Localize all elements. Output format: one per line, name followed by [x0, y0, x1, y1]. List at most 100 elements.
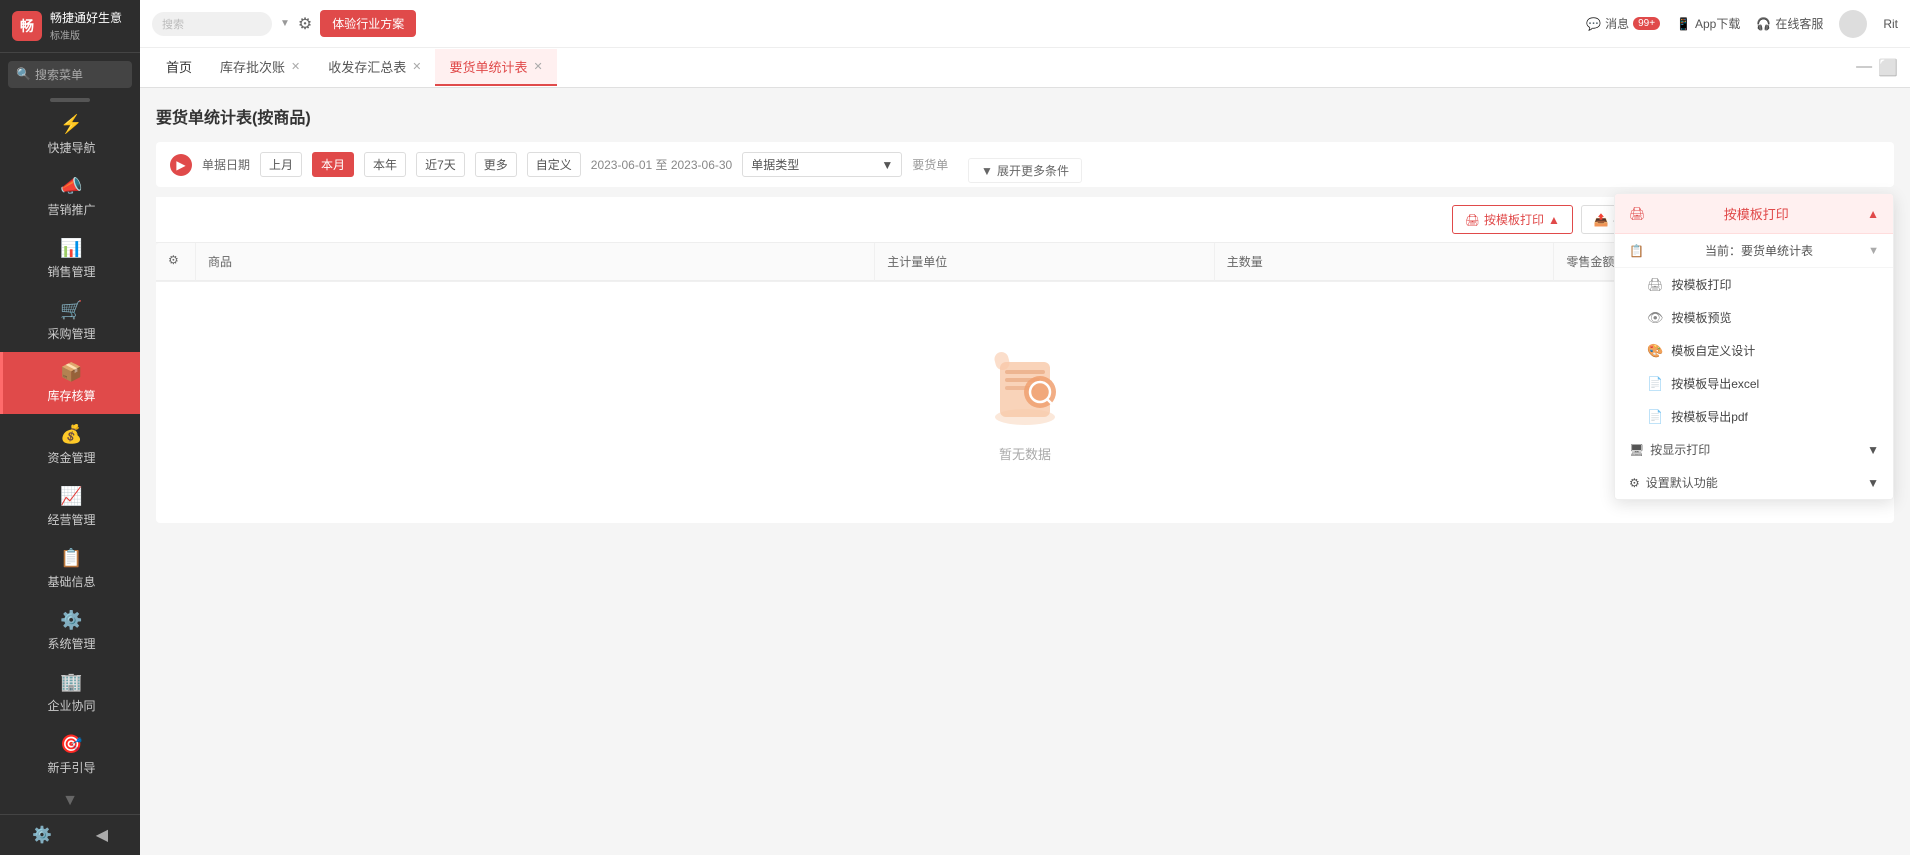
sidebar-item-finance[interactable]: 💰 资金管理 — [0, 414, 140, 476]
print-template-button[interactable]: 🖨 按模板打印 ▲ — [1452, 205, 1573, 234]
sidebar-item-label: 经营管理 — [47, 511, 95, 528]
main-area: 搜索 ▼ ⚙ 体验行业方案 💬 消息 99+ 📱 App下载 🎧 在线客服 Ri… — [140, 0, 1910, 855]
tab-maximize-icon[interactable]: ⬜ — [1878, 58, 1898, 78]
set-default-chevron: ▼ — [1867, 476, 1879, 490]
tab-home[interactable]: 首页 — [152, 49, 206, 86]
current-template-text: 当前：要货单统计表 — [1705, 242, 1813, 259]
dropdown-item-template-design[interactable]: 🎨 模板自定义设计 — [1615, 334, 1893, 367]
export-excel-label: 按模板导出excel — [1671, 375, 1759, 392]
template-design-icon: 🎨 — [1647, 343, 1663, 359]
marketing-icon: 📣 — [60, 176, 82, 197]
sidebar-item-corp[interactable]: 🏢 企业协同 — [0, 662, 140, 724]
app-download-icon: 📱 — [1676, 17, 1691, 31]
col-unit: 主计量单位 — [875, 243, 1215, 281]
online-service-action[interactable]: 🎧 在线客服 — [1756, 15, 1823, 32]
scroll-indicator — [50, 98, 90, 102]
export-pdf-label: 按模板导出pdf — [1671, 408, 1748, 425]
topbar-gear-icon[interactable]: ⚙ — [298, 14, 312, 34]
collapse-icon[interactable]: ◀ — [96, 825, 108, 845]
purchase-icon: 🛒 — [60, 300, 82, 321]
sidebar-item-label: 采购管理 — [47, 325, 95, 342]
tab-close-batch-account[interactable]: ✕ — [291, 60, 300, 73]
topbar-search[interactable]: 搜索 — [152, 12, 272, 36]
dropdown-item-template-preview[interactable]: 👁 按模板预览 — [1615, 301, 1893, 334]
sidebar-item-basic[interactable]: 📋 基础信息 — [0, 538, 140, 600]
sidebar-item-inventory[interactable]: 📦 库存核算 — [0, 352, 140, 414]
sidebar-scroll-down[interactable]: ▼ — [62, 792, 78, 810]
app-version: 标准版 — [50, 27, 122, 42]
dropdown-item-template-print[interactable]: 🖨 按模板打印 — [1615, 268, 1893, 301]
app-download-action[interactable]: 📱 App下载 — [1676, 15, 1740, 32]
online-service-icon: 🎧 — [1756, 17, 1771, 31]
sidebar-item-label: 营销推广 — [47, 201, 95, 218]
template-print-label: 按模板打印 — [1672, 276, 1732, 293]
inventory-icon: 📦 — [60, 362, 82, 383]
home-tab-label: 首页 — [166, 57, 192, 76]
sidebar-item-guide[interactable]: 🎯 新手引导 — [0, 724, 140, 786]
sidebar-item-label: 新手引导 — [47, 759, 95, 776]
tab-close-collection-summary[interactable]: ✕ — [412, 60, 421, 73]
system-icon: ⚙️ — [60, 610, 82, 631]
sidebar-item-label: 系统管理 — [47, 635, 95, 652]
app-logo-icon: 畅 — [12, 11, 42, 41]
col-settings[interactable]: ⚙ — [156, 243, 196, 281]
shortcut-icon: ⚡ — [60, 114, 82, 135]
tab-order-stats[interactable]: 要货单统计表 ✕ — [435, 49, 556, 86]
message-icon: 💬 — [1586, 17, 1601, 31]
tab-collection-summary[interactable]: 收发存汇总表 ✕ — [314, 49, 435, 86]
template-preview-label: 按模板预览 — [1672, 309, 1732, 326]
template-print-icon: 🖨 — [1647, 277, 1664, 293]
tab-batch-account[interactable]: 库存批次账 ✕ — [206, 49, 314, 86]
export-pdf-icon: 📄 — [1647, 409, 1663, 425]
app-download-label: App下载 — [1695, 15, 1740, 32]
tab-close-order-stats[interactable]: ✕ — [534, 60, 543, 73]
set-default-icon: ⚙ — [1629, 476, 1640, 490]
print-dropdown-title: 按模板打印 — [1724, 204, 1789, 223]
current-template-label[interactable]: 📋 当前：要货单统计表 ▼ — [1615, 234, 1893, 268]
print-icon-header: 🖨 — [1629, 206, 1646, 222]
sidebar-item-shortcut[interactable]: ⚡ 快捷导航 — [0, 104, 140, 166]
sidebar-item-operation[interactable]: 📈 经营管理 — [0, 476, 140, 538]
dropdown-item-export-excel[interactable]: 📄 按模板导出excel — [1615, 367, 1893, 400]
batch-account-tab-label: 库存批次账 — [220, 57, 285, 76]
sidebar-item-system[interactable]: ⚙️ 系统管理 — [0, 600, 140, 662]
sidebar-search[interactable]: 🔍 搜索菜单 — [8, 61, 132, 88]
dropdown-item-export-pdf[interactable]: 📄 按模板导出pdf — [1615, 400, 1893, 433]
print-label: 按模板打印 — [1484, 211, 1544, 228]
sidebar-logo: 畅 畅捷通好生意 标准版 — [0, 0, 140, 53]
search-label: 搜索菜单 — [35, 66, 83, 83]
display-print-section[interactable]: 🖥 按显示打印 ▼ — [1615, 433, 1893, 466]
sidebar-item-purchase[interactable]: 🛒 采购管理 — [0, 290, 140, 352]
app-name: 畅捷通好生意 — [50, 10, 122, 27]
print-arrow-icon: ▲ — [1548, 213, 1560, 227]
template-design-label: 模板自定义设计 — [1671, 342, 1755, 359]
trial-button[interactable]: 体验行业方案 — [320, 10, 416, 37]
message-badge: 99+ — [1633, 17, 1660, 30]
user-avatar[interactable] — [1839, 10, 1867, 38]
display-print-label: 按显示打印 — [1650, 441, 1710, 458]
sidebar: 畅 畅捷通好生意 标准版 🔍 搜索菜单 ⚡ 快捷导航 📣 营销推广 📊 销售管理… — [0, 0, 140, 855]
col-quantity: 主数量 — [1215, 243, 1555, 281]
sidebar-item-label: 库存核算 — [47, 387, 95, 404]
sidebar-item-marketing[interactable]: 📣 营销推广 — [0, 166, 140, 228]
col-product: 商品 — [196, 243, 875, 281]
search-dropdown-arrow[interactable]: ▼ — [280, 18, 290, 29]
sidebar-item-sales[interactable]: 📊 销售管理 — [0, 228, 140, 290]
page-content: 要货单统计表(按商品) ▶ 单据日期 上月 本月 本年 近7天 更多 自定义 2… — [140, 88, 1910, 855]
expand-more-conditions[interactable]: ▼ 展开更多条件 — [968, 158, 1082, 183]
finance-icon: 💰 — [60, 424, 82, 445]
export-excel-icon: 📄 — [1647, 376, 1663, 392]
sidebar-nav: ⚡ 快捷导航 📣 营销推广 📊 销售管理 🛒 采购管理 📦 库存核算 💰 资金管… — [0, 104, 140, 788]
operation-icon: 📈 — [60, 486, 82, 507]
print-dropdown-header[interactable]: 🖨 按模板打印 ▲ — [1615, 194, 1893, 234]
display-print-chevron: ▼ — [1867, 443, 1879, 457]
settings-bottom-icon[interactable]: ⚙️ — [32, 825, 52, 845]
tab-minimize-icon[interactable]: — — [1856, 58, 1872, 78]
tabs-bar: 首页 库存批次账 ✕ 收发存汇总表 ✕ 要货单统计表 ✕ — ⬜ — [140, 48, 1910, 88]
message-action[interactable]: 💬 消息 99+ — [1586, 15, 1660, 32]
order-stats-tab-label: 要货单统计表 — [449, 57, 527, 76]
online-service-label: 在线客服 — [1775, 15, 1823, 32]
set-default-section[interactable]: ⚙ 设置默认功能 ▼ — [1615, 466, 1893, 499]
print-icon: 🖨 — [1465, 213, 1480, 227]
sidebar-bottom: ⚙️ ◀ — [0, 814, 140, 855]
